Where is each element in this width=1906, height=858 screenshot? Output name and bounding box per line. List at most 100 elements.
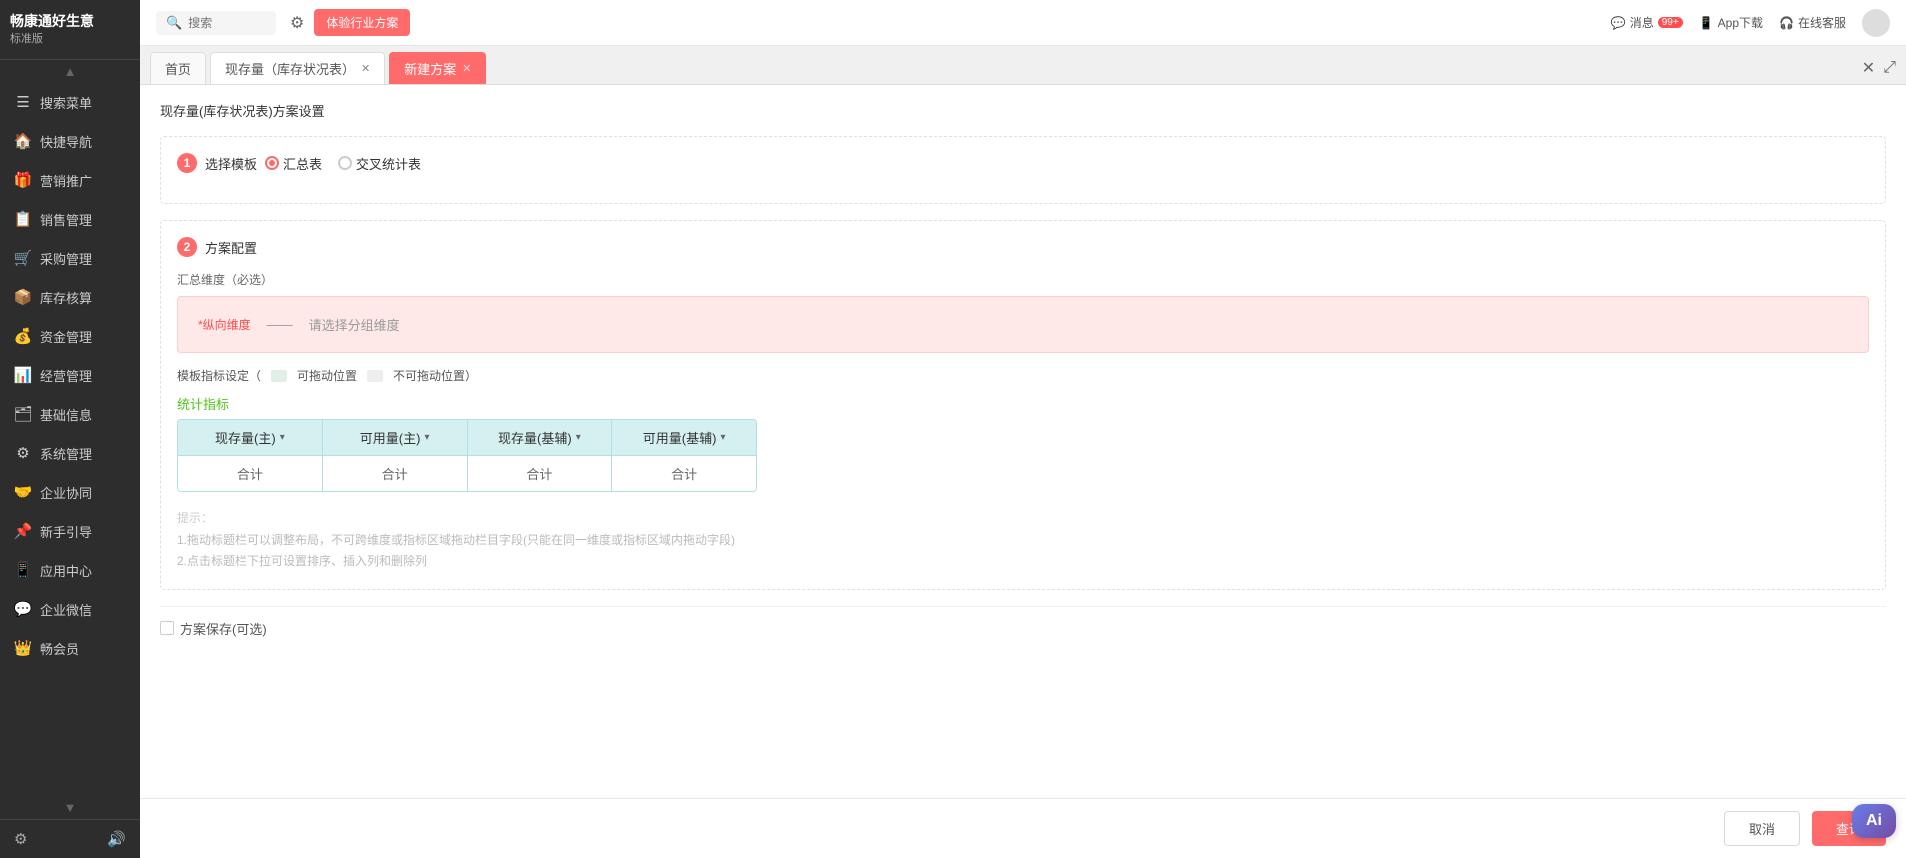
- col-current-aux-label: 现存量(基辅): [498, 428, 572, 447]
- tab-new-scheme-close-icon[interactable]: ✕: [462, 62, 471, 75]
- finance-icon: 💰: [14, 327, 32, 345]
- tab-new-scheme[interactable]: 新建方案 ✕: [389, 52, 486, 84]
- sidebar-item-search-menu[interactable]: ☰ 搜索菜单: [0, 83, 140, 122]
- sidebar-item-inventory[interactable]: 📦 库存核算: [0, 278, 140, 317]
- headset-icon: 🎧: [1779, 16, 1794, 30]
- radio-summary[interactable]: 汇总表: [265, 154, 322, 173]
- sidebar-label-operation: 经营管理: [40, 366, 92, 385]
- dimension-placeholder: 请选择分组维度: [309, 315, 400, 334]
- chevron-col0: ▾: [280, 432, 285, 443]
- topbar-right: 💬 消息 99+ 📱 App下载 🎧 在线客服: [1611, 9, 1890, 37]
- newbie-icon: 📌: [14, 522, 32, 540]
- radio-cross[interactable]: 交叉统计表: [338, 154, 421, 173]
- col-available-main[interactable]: 可用量(主) ▾: [323, 420, 468, 455]
- app-download-btn[interactable]: 📱 App下载: [1699, 14, 1763, 31]
- dimension-required-label: *纵向维度: [198, 316, 251, 333]
- expand-icon[interactable]: ⤢: [1883, 59, 1896, 77]
- sidebar-item-system[interactable]: ⚙ 系统管理: [0, 434, 140, 473]
- sidebar-label-inventory: 库存核算: [40, 288, 92, 307]
- sidebar-label-sales: 销售管理: [40, 210, 92, 229]
- content-area: 现存量(库存状况表)方案设置 1 选择模板 汇总表 交叉统计表: [140, 85, 1906, 798]
- sidebar-item-enterprise-weixin[interactable]: 💬 企业微信: [0, 590, 140, 629]
- user-avatar[interactable]: [1862, 9, 1890, 37]
- operation-icon: 📊: [14, 366, 32, 384]
- chevron-col3: ▾: [720, 432, 725, 443]
- sidebar-item-member[interactable]: 👑 畅会员: [0, 629, 140, 668]
- topbar: 🔍 ⚙ 体验行业方案 💬 消息 99+ 📱 App下载 🎧 在线客服: [140, 0, 1906, 46]
- scroll-down-btn[interactable]: ▼: [0, 796, 140, 819]
- template-radio-group: 汇总表 交叉统计表: [265, 154, 421, 173]
- col-current-aux[interactable]: 现存量(基辅) ▾: [468, 420, 613, 455]
- system-icon: ⚙: [14, 444, 32, 462]
- sidebar-label-enterprise: 企业协同: [40, 483, 92, 502]
- tabbar: 首页 现存量（库存状况表） ✕ 新建方案 ✕ ✕ ⤢: [140, 46, 1906, 85]
- tip-2: 2.点击标题栏下拉可设置排序、插入列和删除列: [177, 551, 1869, 573]
- save-checkbox[interactable]: [160, 621, 174, 635]
- chevron-col1: ▾: [424, 432, 429, 443]
- speaker-icon[interactable]: 🔊: [107, 830, 126, 848]
- gear-icon[interactable]: ⚙: [290, 13, 304, 33]
- sidebar-label-quick-nav: 快捷导航: [40, 132, 92, 151]
- sidebar-item-newbie[interactable]: 📌 新手引导: [0, 512, 140, 551]
- sidebar-item-finance[interactable]: 💰 资金管理: [0, 317, 140, 356]
- tab-home-label: 首页: [165, 59, 191, 78]
- indicator-setting-header: 模板指标设定（ 可拖动位置 不可拖动位置）: [177, 367, 1869, 384]
- experience-btn[interactable]: 体验行业方案: [314, 9, 410, 36]
- sidebar-label-finance: 资金管理: [40, 327, 92, 346]
- cancel-button[interactable]: 取消: [1724, 811, 1800, 846]
- inventory-icon: 📦: [14, 288, 32, 306]
- sidebar-item-basic-info[interactable]: 🗂 基础信息: [0, 395, 140, 434]
- page-title: 现存量(库存状况表)方案设置: [160, 101, 1886, 120]
- message-btn[interactable]: 💬 消息 99+: [1611, 14, 1683, 31]
- section1-title: 选择模板: [205, 154, 257, 173]
- sidebar-label-member: 畅会员: [40, 639, 79, 658]
- section2-num: 2: [177, 237, 197, 257]
- sidebar-item-marketing[interactable]: 🎁 营销推广: [0, 161, 140, 200]
- summary-dimension-label: 汇总维度（必选）: [177, 271, 1869, 288]
- search-icon: 🔍: [166, 15, 182, 31]
- tab-inventory-status[interactable]: 现存量（库存状况表） ✕: [210, 52, 385, 84]
- sidebar-item-sales[interactable]: 📋 销售管理: [0, 200, 140, 239]
- sidebar-item-enterprise[interactable]: 🤝 企业协同: [0, 473, 140, 512]
- section-choose-template: 1 选择模板 汇总表 交叉统计表: [160, 136, 1886, 204]
- search-input[interactable]: [188, 16, 258, 30]
- sidebar-item-operation[interactable]: 📊 经营管理: [0, 356, 140, 395]
- stats-table-row: 合计 合计 合计 合计: [178, 455, 756, 491]
- search-box[interactable]: 🔍: [156, 11, 276, 35]
- section2-header: 2 方案配置: [177, 237, 1869, 257]
- scroll-up-btn[interactable]: ▲: [0, 60, 140, 83]
- tab-inventory-close-icon[interactable]: ✕: [361, 62, 370, 75]
- cell-total-2: 合计: [468, 456, 613, 491]
- tabbar-controls: ✕ ⤢: [1862, 58, 1896, 78]
- online-service-btn[interactable]: 🎧 在线客服: [1779, 14, 1846, 31]
- sidebar-label-purchase: 采购管理: [40, 249, 92, 268]
- section2-title: 方案配置: [205, 238, 257, 257]
- basic-info-icon: 🗂: [14, 405, 32, 423]
- sidebar-label-enterprise-weixin: 企业微信: [40, 600, 92, 619]
- sales-icon: 📋: [14, 210, 32, 228]
- statistics-label: 统计指标: [177, 394, 1869, 413]
- dimension-box[interactable]: *纵向维度 —— 请选择分组维度: [177, 296, 1869, 353]
- draggable-indicator: [271, 370, 287, 382]
- sidebar-item-app-center[interactable]: 📱 应用中心: [0, 551, 140, 590]
- enterprise-weixin-icon: 💬: [14, 600, 32, 618]
- tab-home[interactable]: 首页: [150, 52, 206, 84]
- chevron-col2: ▾: [576, 432, 581, 443]
- close-window-icon[interactable]: ✕: [1862, 58, 1875, 78]
- message-badge: 99+: [1658, 17, 1683, 28]
- radio-cross-label: 交叉统计表: [356, 154, 421, 173]
- tab-inventory-status-label: 现存量（库存状况表）: [225, 59, 355, 78]
- cell-total-1: 合计: [323, 456, 468, 491]
- sidebar-label-system: 系统管理: [40, 444, 92, 463]
- enterprise-icon: 🤝: [14, 483, 32, 501]
- ai-float-button[interactable]: Ai: [1852, 804, 1896, 838]
- sidebar-item-purchase[interactable]: 🛒 采购管理: [0, 239, 140, 278]
- col-available-aux[interactable]: 可用量(基辅) ▾: [612, 420, 756, 455]
- dimension-dash: ——: [267, 317, 293, 332]
- sidebar-item-quick-nav[interactable]: 🏠 快捷导航: [0, 122, 140, 161]
- tip-1: 1.拖动标题栏可以调整布局，不可跨维度或指标区域拖动栏目字段(只能在同一维度或指…: [177, 530, 1869, 552]
- col-current-main[interactable]: 现存量(主) ▾: [178, 420, 323, 455]
- tab-new-scheme-label: 新建方案: [404, 59, 456, 78]
- settings-icon[interactable]: ⚙: [14, 830, 27, 848]
- app-center-icon: 📱: [14, 561, 32, 579]
